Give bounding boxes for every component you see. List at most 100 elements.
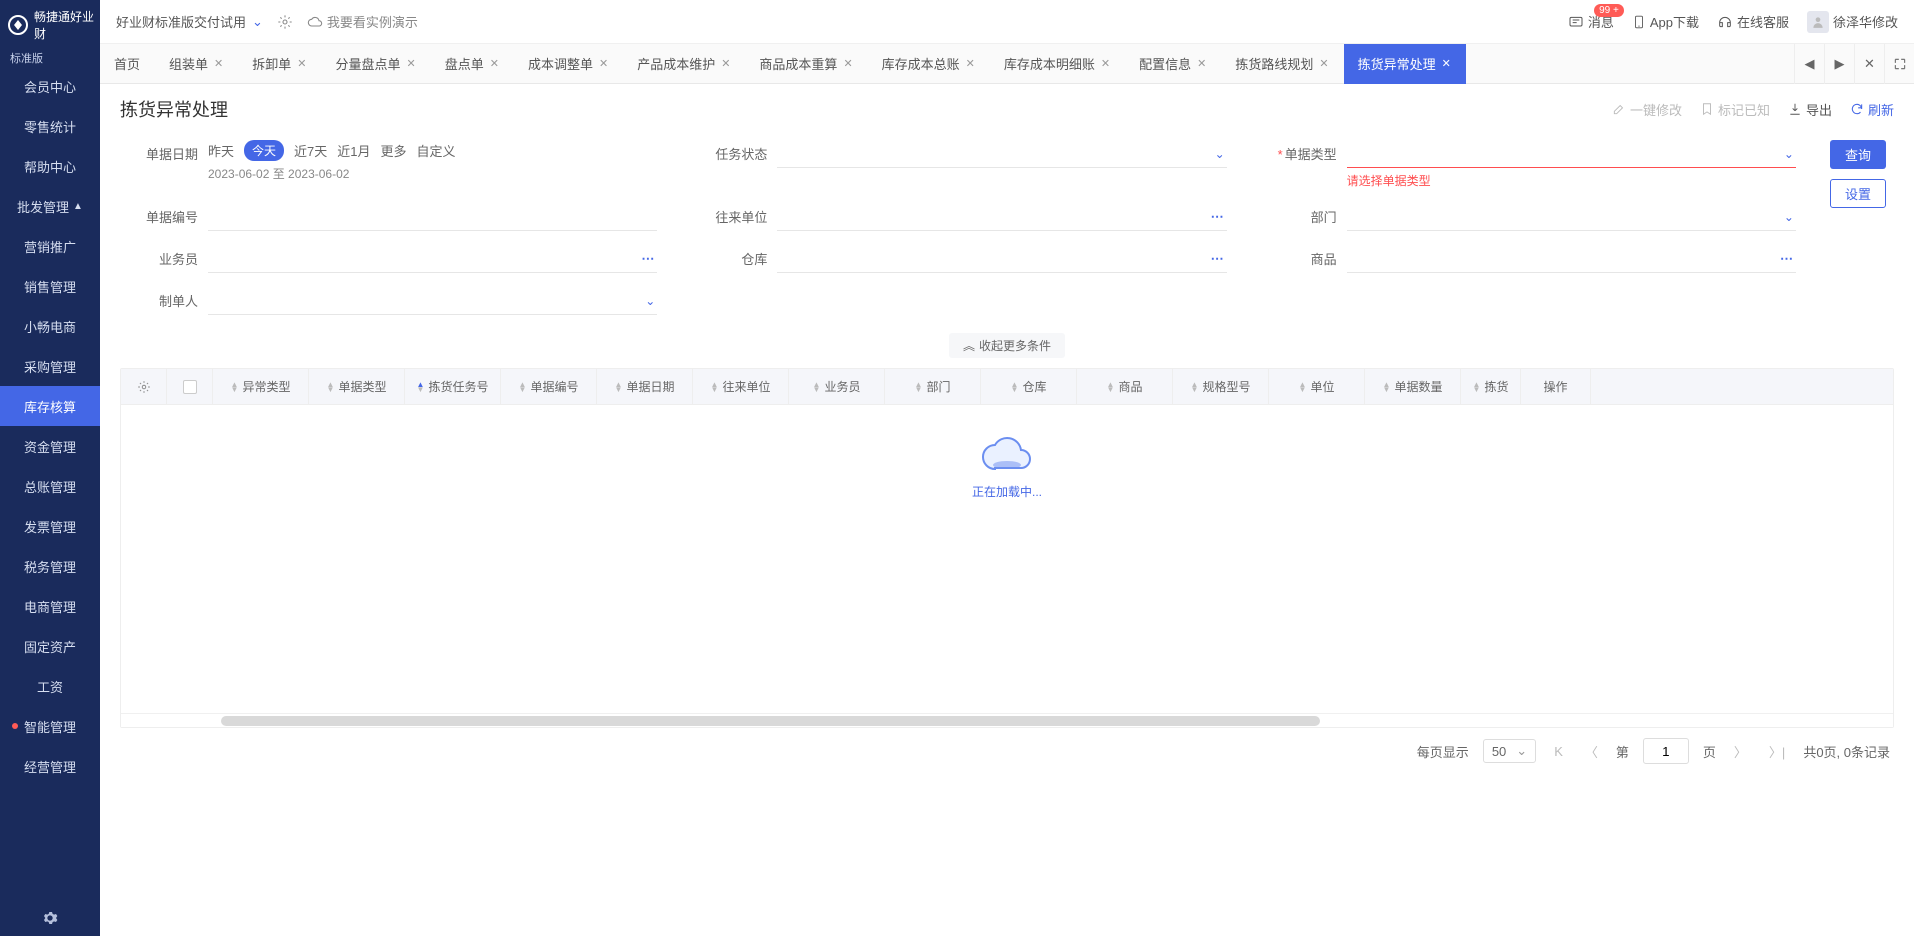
th-checkbox[interactable] — [167, 369, 213, 404]
tab[interactable]: 组装单✕ — [155, 44, 238, 84]
th[interactable]: ▲▼拣货任务号 — [405, 369, 501, 404]
filter-settings-button[interactable]: 设置 — [1830, 179, 1886, 208]
fullscreen-button[interactable] — [1884, 44, 1914, 84]
th[interactable]: ▲▼单据日期 — [597, 369, 693, 404]
tabs-scroll-left[interactable]: ◀ — [1794, 44, 1824, 84]
tab[interactable]: 产品成本维护✕ — [623, 44, 745, 84]
th[interactable]: ▲▼仓库 — [981, 369, 1077, 404]
sidebar-item[interactable]: 固定资产 — [0, 626, 100, 666]
sidebar-item[interactable]: 销售管理 — [0, 266, 100, 306]
tab[interactable]: 拣货异常处理✕ — [1344, 44, 1466, 84]
tabs-close-all[interactable]: ✕ — [1854, 44, 1884, 84]
pager-prev[interactable]: 〈 — [1581, 742, 1602, 761]
tab[interactable]: 盘点单✕ — [431, 44, 514, 84]
sidebar-item[interactable]: 发票管理 — [0, 506, 100, 546]
dept-select[interactable]: ⌄ — [1347, 203, 1796, 231]
pager-last[interactable]: 〉| — [1765, 742, 1789, 761]
sidebar-item[interactable]: 电商管理 — [0, 586, 100, 626]
close-icon[interactable]: ✕ — [843, 57, 852, 70]
doc-type-select[interactable]: ⌄ — [1347, 140, 1796, 168]
sidebar-item[interactable]: 批发管理▲ — [0, 186, 100, 226]
chip-more[interactable]: 更多 — [381, 141, 407, 160]
tab[interactable]: 拣货路线规划✕ — [1221, 44, 1343, 84]
close-icon[interactable]: ✕ — [214, 57, 223, 70]
tab[interactable]: 拆卸单✕ — [238, 44, 321, 84]
task-status-select[interactable]: ⌄ — [777, 140, 1226, 168]
batch-edit-button[interactable]: 一键修改 — [1612, 100, 1682, 119]
collapse-filters-button[interactable]: ︽ 收起更多条件 — [949, 333, 1065, 358]
page-number-input[interactable] — [1643, 738, 1689, 764]
close-icon[interactable]: ✕ — [1319, 57, 1328, 70]
sidebar-item[interactable]: 库存核算 — [0, 386, 100, 426]
close-icon[interactable]: ✕ — [407, 57, 416, 70]
th[interactable]: ▲▼部门 — [885, 369, 981, 404]
salesman-select[interactable]: ⋯ — [208, 245, 657, 273]
user-menu[interactable]: 徐泽华修改 — [1807, 11, 1898, 33]
chip-month[interactable]: 近1月 — [337, 141, 370, 160]
th[interactable]: ▲▼规格型号 — [1173, 369, 1269, 404]
sidebar-item[interactable]: 智能管理 — [0, 706, 100, 746]
th[interactable]: ▲▼单据编号 — [501, 369, 597, 404]
close-icon[interactable]: ✕ — [599, 57, 608, 70]
tab[interactable]: 配置信息✕ — [1125, 44, 1221, 84]
horizontal-scrollbar[interactable] — [121, 713, 1893, 727]
sidebar-item[interactable]: 资金管理 — [0, 426, 100, 466]
chip-custom[interactable]: 自定义 — [417, 141, 456, 160]
page-size-select[interactable]: 50 ⌄ — [1483, 739, 1536, 763]
export-button[interactable]: 导出 — [1788, 100, 1832, 119]
th[interactable]: ▲▼业务员 — [789, 369, 885, 404]
pager-first[interactable]: K — [1550, 744, 1567, 759]
th[interactable]: ▲▼商品 — [1077, 369, 1173, 404]
th[interactable]: ▲▼往来单位 — [693, 369, 789, 404]
th-settings[interactable] — [121, 369, 167, 404]
demo-link[interactable]: 我要看实例演示 — [307, 12, 418, 31]
sidebar-item[interactable]: 工资 — [0, 666, 100, 706]
tab[interactable]: 商品成本重算✕ — [745, 44, 867, 84]
messages-link[interactable]: 消息 99 + — [1568, 12, 1614, 31]
sidebar-item[interactable]: 采购管理 — [0, 346, 100, 386]
th[interactable]: ▲▼异常类型 — [213, 369, 309, 404]
sidebar-item[interactable]: 营销推广 — [0, 226, 100, 266]
refresh-button[interactable]: 刷新 — [1850, 100, 1894, 119]
support-link[interactable]: 在线客服 — [1717, 12, 1789, 31]
sidebar-item[interactable]: 税务管理 — [0, 546, 100, 586]
th[interactable]: ▲▼单据类型 — [309, 369, 405, 404]
tab[interactable]: 库存成本总账✕ — [868, 44, 990, 84]
close-icon[interactable]: ✕ — [1101, 57, 1110, 70]
close-icon[interactable]: ✕ — [490, 57, 499, 70]
sidebar-item[interactable]: 经营管理 — [0, 746, 100, 786]
th[interactable]: ▲▼单据数量 — [1365, 369, 1461, 404]
sidebar-item[interactable]: 小畅电商 — [0, 306, 100, 346]
sidebar-settings[interactable] — [0, 900, 100, 936]
warehouse-select[interactable]: ⋯ — [777, 245, 1226, 273]
doc-no-input[interactable] — [208, 203, 657, 231]
sidebar-item[interactable]: 总账管理 — [0, 466, 100, 506]
th[interactable]: ▲▼拣货 — [1461, 369, 1521, 404]
sidebar-item[interactable]: 帮助中心 — [0, 146, 100, 186]
close-icon[interactable]: ✕ — [1197, 57, 1206, 70]
chip-yesterday[interactable]: 昨天 — [208, 141, 234, 160]
tabs-scroll-right[interactable]: ▶ — [1824, 44, 1854, 84]
tab[interactable]: 库存成本明细账✕ — [990, 44, 1125, 84]
sidebar-item[interactable]: 会员中心 — [0, 66, 100, 106]
goods-select[interactable]: ⋯ — [1347, 245, 1796, 273]
tab[interactable]: 分量盘点单✕ — [321, 44, 430, 84]
mark-known-button[interactable]: 标记已知 — [1700, 100, 1770, 119]
creator-select[interactable]: ⌄ — [208, 287, 657, 315]
th[interactable]: ▲▼单位 — [1269, 369, 1365, 404]
chip-week[interactable]: 近7天 — [294, 141, 327, 160]
close-icon[interactable]: ✕ — [297, 57, 306, 70]
tab[interactable]: 首页 — [100, 44, 155, 84]
partner-select[interactable]: ⋯ — [777, 203, 1226, 231]
close-icon[interactable]: ✕ — [1442, 57, 1451, 70]
tab[interactable]: 成本调整单✕ — [514, 44, 623, 84]
chip-today[interactable]: 今天 — [244, 140, 284, 161]
query-button[interactable]: 查询 — [1830, 140, 1886, 169]
sidebar-item[interactable]: 零售统计 — [0, 106, 100, 146]
app-download-link[interactable]: App下载 — [1632, 12, 1699, 31]
settings-button[interactable] — [277, 14, 293, 30]
th[interactable]: 操作 — [1521, 369, 1591, 404]
close-icon[interactable]: ✕ — [721, 57, 730, 70]
product-selector[interactable]: 好业财标准版交付试用 ⌄ — [116, 12, 263, 31]
pager-next[interactable]: 〉 — [1730, 742, 1751, 761]
